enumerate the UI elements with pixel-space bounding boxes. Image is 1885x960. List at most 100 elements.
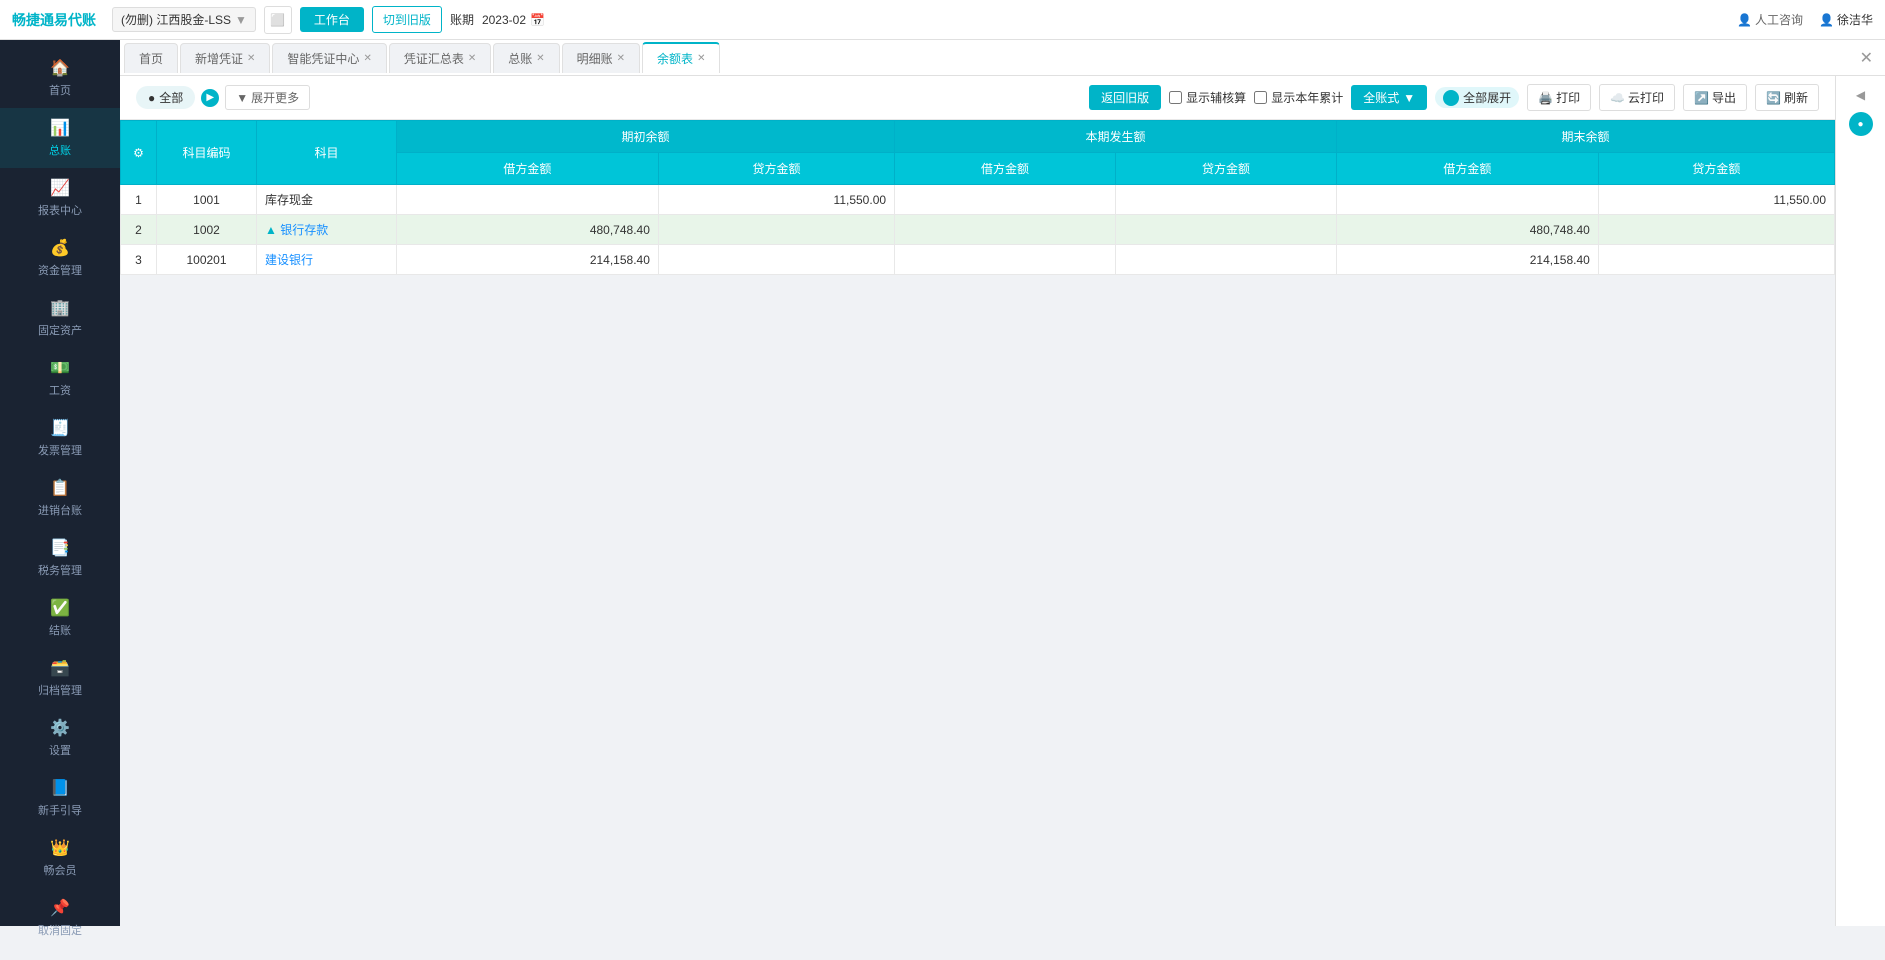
member-icon: 👑 [50, 838, 70, 858]
home-icon: 🏠 [50, 58, 70, 78]
tab-balance-sheet[interactable]: 余额表 ✕ [642, 42, 720, 73]
auxiliary-checkbox-input[interactable] [1169, 91, 1182, 104]
tab-voucher-summary[interactable]: 凭证汇总表 ✕ [389, 43, 491, 73]
sidebar-item-reports[interactable]: 📈 报表中心 [0, 168, 120, 228]
print-icon: 🖨️ [1538, 91, 1553, 105]
guide-icon: 📘 [50, 778, 70, 798]
current-debit-header: 借方金额 [895, 153, 1116, 185]
close-tab-general-ledger[interactable]: ✕ [536, 53, 544, 64]
close-tab-new-voucher[interactable]: ✕ [247, 53, 255, 64]
human-service-button[interactable]: 👤 人工咨询 [1737, 11, 1803, 28]
return-old-version-button[interactable]: 返回旧版 [1089, 85, 1161, 110]
company-selector[interactable]: (勿删) 江西股金-LSS ▼ [112, 7, 256, 32]
account-name-link[interactable]: 银行存款 [280, 223, 328, 237]
cloud-print-button[interactable]: ☁️ 云打印 [1599, 84, 1675, 111]
filter-all-pill[interactable]: ● 全部 [136, 86, 195, 109]
expand-chevron-icon: ▼ [236, 91, 248, 105]
balance-table: ⚙ 科目编码 科目 期初余额 本期发生额 期末余额 借方金额 贷方金额 借方金额 [120, 120, 1835, 275]
filter-right-arrow[interactable]: ▶ [201, 89, 219, 107]
row-name-cell[interactable]: 建设银行 [257, 245, 397, 275]
main-panel: ● 全部 ▶ ▼ 展开更多 返回旧版 显示辅核算 [120, 76, 1835, 926]
content-area: 首页 新增凭证 ✕ 智能凭证中心 ✕ 凭证汇总表 ✕ 总账 ✕ 明细账 ✕ [120, 40, 1885, 926]
row-period-credit-cell [658, 215, 894, 245]
row-end-debit-cell: 214,158.40 [1336, 245, 1598, 275]
tab-home[interactable]: 首页 [124, 43, 178, 73]
sidebar-item-member[interactable]: 👑 畅会员 [0, 828, 120, 888]
sidebar-item-closing[interactable]: ✅ 结账 [0, 588, 120, 648]
table-row: 21002▲ 银行存款480,748.40480,748.40 [121, 215, 1835, 245]
tab-new-voucher[interactable]: 新增凭证 ✕ [180, 43, 270, 73]
close-tab-balance-sheet[interactable]: ✕ [697, 53, 705, 64]
sidebar-bottom: 👑 畅会员 📌 取消固定 [0, 828, 120, 960]
sidebar-item-capital[interactable]: 💰 资金管理 [0, 228, 120, 288]
row-current-debit-cell [895, 245, 1116, 275]
print-button[interactable]: 🖨️ 打印 [1527, 84, 1591, 111]
capital-icon: 💰 [50, 238, 70, 258]
show-auxiliary-checkbox[interactable]: 显示辅核算 [1169, 89, 1246, 106]
tab-general-ledger[interactable]: 总账 ✕ [493, 43, 559, 73]
closing-icon: ✅ [50, 598, 70, 618]
bullet-icon: ● [148, 91, 155, 105]
sidebar-item-purchase[interactable]: 📋 进销台账 [0, 468, 120, 528]
calendar-icon[interactable]: 📅 [530, 13, 545, 27]
row-period-debit-cell: 480,748.40 [397, 215, 659, 245]
refresh-button[interactable]: 🔄 刷新 [1755, 84, 1819, 111]
tax-icon: 📑 [50, 538, 70, 558]
sidebar-item-unfix[interactable]: 📌 取消固定 [0, 888, 120, 948]
sidebar: 🏠 首页 📊 总账 📈 报表中心 💰 资金管理 🏢 固定资产 💵 工资 🧾 发票… [0, 40, 120, 926]
row-number-cell: 2 [121, 215, 157, 245]
user-profile-button[interactable]: 👤 徐洁华 [1819, 11, 1873, 28]
filter-group: ● 全部 ▶ ▼ 展开更多 [136, 85, 310, 110]
sidebar-item-general-ledger[interactable]: 📊 总账 [0, 108, 120, 168]
table-current-period-header: 本期发生额 [895, 121, 1337, 153]
top-right-actions: 👤 人工咨询 👤 徐洁华 [1737, 11, 1873, 28]
close-tab-detail-account[interactable]: ✕ [617, 53, 625, 64]
table-settings-header[interactable]: ⚙ [121, 121, 157, 185]
avatar-icon: 👤 [1819, 13, 1834, 27]
table-end-balance-header: 期末余额 [1336, 121, 1834, 153]
close-tab-smart-voucher[interactable]: ✕ [363, 53, 371, 64]
sidebar-item-settings[interactable]: ⚙️ 设置 [0, 708, 120, 768]
sidebar-item-tax[interactable]: 📑 税务管理 [0, 528, 120, 588]
tab-detail-account[interactable]: 明细账 ✕ [562, 43, 640, 73]
row-current-debit-cell [895, 215, 1116, 245]
balance-table-container: ⚙ 科目编码 科目 期初余额 本期发生额 期末余额 借方金额 贷方金额 借方金额 [120, 120, 1835, 926]
close-all-tabs-button[interactable]: ✕ [1852, 48, 1881, 68]
refresh-icon: 🔄 [1766, 91, 1781, 105]
account-name-link[interactable]: 建设银行 [265, 253, 313, 267]
month-settings-icon[interactable]: ● [1849, 112, 1873, 136]
end-credit-header: 贷方金额 [1598, 153, 1834, 185]
sidebar-item-home[interactable]: 🏠 首页 [0, 48, 120, 108]
sidebar-item-fixed-assets[interactable]: 🏢 固定资产 [0, 288, 120, 348]
switch-version-button[interactable]: 切到旧版 [372, 6, 442, 33]
fixed-assets-icon: 🏢 [50, 298, 70, 318]
copy-icon[interactable]: ⬜ [264, 6, 292, 34]
show-ytd-checkbox[interactable]: 显示本年累计 [1254, 89, 1343, 106]
sidebar-item-payroll[interactable]: 💵 工资 [0, 348, 120, 408]
current-credit-header: 贷方金额 [1115, 153, 1336, 185]
reports-icon: 📈 [50, 178, 70, 198]
end-debit-header: 借方金额 [1336, 153, 1598, 185]
row-current-credit-cell [1115, 215, 1336, 245]
workbench-button[interactable]: 工作台 [300, 7, 364, 32]
toolbar: ● 全部 ▶ ▼ 展开更多 返回旧版 显示辅核算 [120, 76, 1835, 120]
sidebar-item-archive[interactable]: 🗃️ 归档管理 [0, 648, 120, 708]
row-code-cell: 1002 [157, 215, 257, 245]
export-button[interactable]: ↗️ 导出 [1683, 84, 1747, 111]
row-code-cell: 100201 [157, 245, 257, 275]
tab-smart-voucher[interactable]: 智能凭证中心 ✕ [272, 43, 386, 73]
ytd-checkbox-input[interactable] [1254, 91, 1267, 104]
sidebar-item-guide[interactable]: 📘 新手引导 [0, 768, 120, 828]
expand-more-button[interactable]: ▼ 展开更多 [225, 85, 310, 110]
expand-all-toggle[interactable]: 全部展开 [1435, 87, 1519, 108]
row-current-debit-cell [895, 185, 1116, 215]
row-period-credit-cell [658, 245, 894, 275]
right-panel-expand-icon[interactable]: ◀ [1852, 84, 1869, 106]
row-end-credit-cell: 11,550.00 [1598, 185, 1834, 215]
close-tab-voucher-summary[interactable]: ✕ [468, 53, 476, 64]
full-style-button[interactable]: 全账式 ▼ [1351, 85, 1427, 110]
expand-row-icon[interactable]: ▲ [265, 223, 277, 237]
sidebar-item-invoice[interactable]: 🧾 发票管理 [0, 408, 120, 468]
row-current-credit-cell [1115, 245, 1336, 275]
row-name-cell[interactable]: ▲ 银行存款 [257, 215, 397, 245]
